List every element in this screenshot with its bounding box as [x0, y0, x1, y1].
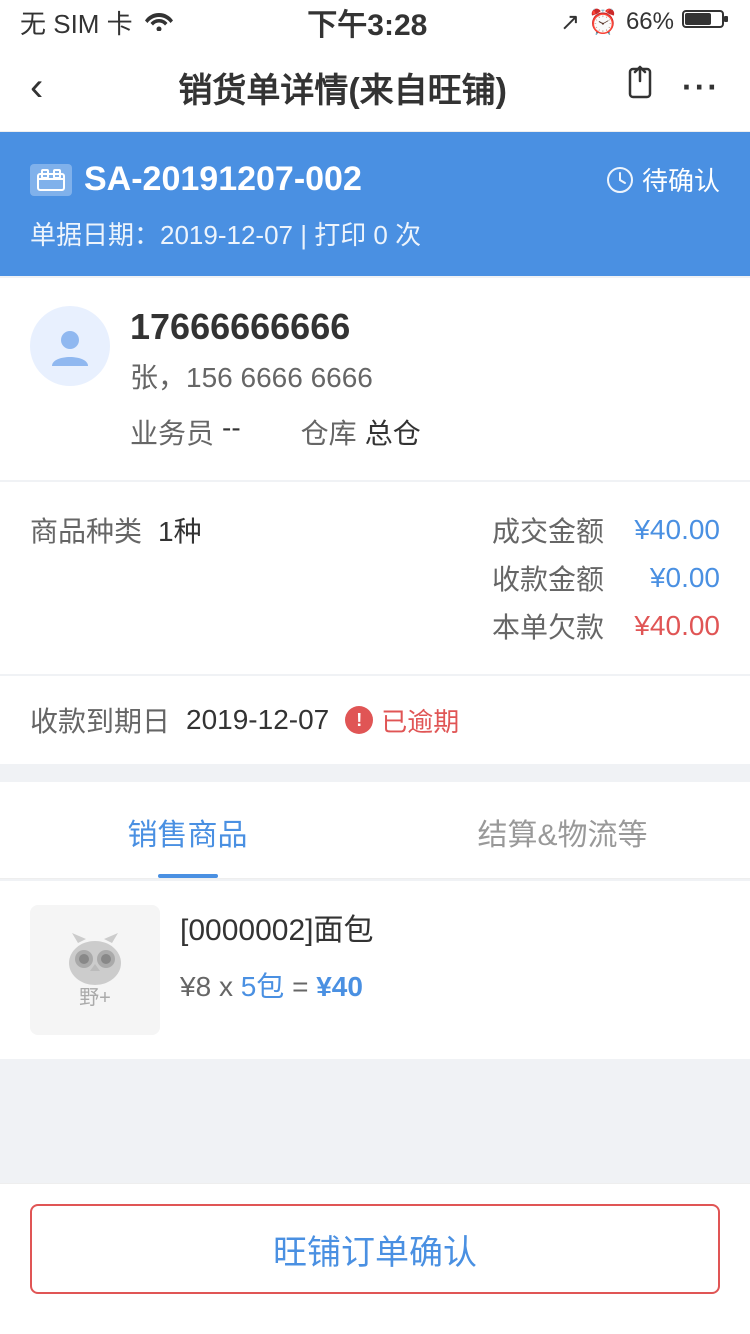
sales-rep-value: --	[222, 412, 241, 452]
product-price-row: ¥8 x 5包 = ¥40	[180, 965, 720, 1005]
nav-actions: ···	[622, 65, 720, 110]
status-bar-left: 无 SIM 卡	[20, 4, 175, 41]
customer-avatar	[30, 306, 110, 386]
alarm-icon: ⏰	[588, 8, 618, 37]
tabs-section: 销售商品 结算&物流等	[0, 782, 750, 879]
section-divider	[0, 766, 750, 782]
owed-amount-row: 本单欠款 ¥40.00	[492, 606, 720, 646]
wifi-icon	[143, 7, 175, 38]
bottom-section: 旺铺订单确认	[0, 1183, 750, 1334]
order-date: 单据日期：2019-12-07 | 打印 0 次	[30, 215, 720, 252]
share-button[interactable]	[622, 65, 658, 110]
paid-amount-label: 收款金额	[492, 558, 604, 598]
product-detail: [0000002]面包 ¥8 x 5包 = ¥40	[180, 905, 720, 1005]
owed-amount-value: ¥40.00	[620, 610, 720, 642]
battery-text: 66%	[626, 8, 674, 36]
carrier-text: 无 SIM 卡	[20, 4, 133, 41]
status-bar-time: 下午3:28	[307, 0, 427, 44]
warehouse-label: 仓库	[301, 412, 357, 452]
warehouse: 仓库 总仓	[301, 412, 421, 452]
deal-amount-label: 成交金额	[492, 510, 604, 550]
more-button[interactable]: ···	[682, 69, 720, 106]
owed-amount-label: 本单欠款	[492, 606, 604, 646]
order-icon	[30, 164, 72, 196]
product-total: ¥40	[316, 971, 363, 1002]
order-header: SA-20191207-002 待确认 单据日期：2019-12-07 | 打印…	[0, 132, 750, 276]
status-bar-right: ↗ ⏰ 66%	[560, 7, 730, 38]
order-id: SA-20191207-002	[30, 160, 362, 199]
customer-info: 17666666666 张，156 6666 6666 业务员 -- 仓库 总仓	[130, 306, 720, 452]
overdue-dot-icon: !	[345, 706, 373, 734]
due-date-section: 收款到期日 2019-12-07 ! 已逾期	[0, 676, 750, 764]
product-price: ¥8	[180, 971, 211, 1002]
category-count: 1种	[158, 510, 202, 550]
overdue-badge: ! 已逾期	[345, 702, 459, 739]
warehouse-value: 总仓	[365, 412, 421, 452]
paid-amount-row: 收款金额 ¥0.00	[492, 558, 720, 598]
product-thumbnail: 野+	[30, 905, 160, 1035]
product-name: [0000002]面包	[180, 905, 720, 949]
due-date-label: 收款到期日	[30, 700, 170, 740]
location-icon: ↗	[560, 8, 580, 37]
customer-phone: 17666666666	[130, 306, 720, 348]
deal-amount-value: ¥40.00	[620, 514, 720, 546]
confirm-order-button[interactable]: 旺铺订单确认	[30, 1204, 720, 1294]
order-status: 待确认	[606, 161, 720, 198]
battery-icon	[682, 7, 730, 38]
sales-rep: 业务员 --	[130, 412, 241, 452]
tab-products[interactable]: 销售商品	[0, 782, 375, 878]
page-title: 销货单详情(来自旺铺)	[63, 63, 622, 112]
back-button[interactable]: ‹	[30, 65, 43, 110]
deal-amount-row: 成交金额 ¥40.00	[492, 510, 720, 550]
customer-name: 张，156 6666 6666	[130, 356, 720, 396]
category-label: 商品种类	[30, 510, 142, 550]
customer-meta: 业务员 -- 仓库 总仓	[130, 412, 720, 452]
product-qty: 5包	[241, 971, 285, 1002]
customer-card: 17666666666 张，156 6666 6666 业务员 -- 仓库 总仓	[0, 278, 750, 480]
product-item: 野+ [0000002]面包 ¥8 x 5包 = ¥40	[0, 881, 750, 1059]
overdue-text: 已逾期	[381, 702, 459, 739]
paid-amount-value: ¥0.00	[620, 562, 720, 594]
summary-section: 商品种类 1种 成交金额 ¥40.00 收款金额 ¥0.00 本单欠款 ¥40.…	[0, 482, 750, 674]
nav-bar: ‹ 销货单详情(来自旺铺) ···	[0, 44, 750, 132]
status-bar: 无 SIM 卡 下午3:28 ↗ ⏰ 66%	[0, 0, 750, 44]
amount-summary: 成交金额 ¥40.00 收款金额 ¥0.00 本单欠款 ¥40.00	[492, 510, 720, 646]
tab-settlement[interactable]: 结算&物流等	[375, 782, 750, 878]
category-info: 商品种类 1种	[30, 510, 202, 550]
tabs-header: 销售商品 结算&物流等	[0, 782, 750, 879]
product-list: 野+ [0000002]面包 ¥8 x 5包 = ¥40	[0, 881, 750, 1059]
sales-rep-label: 业务员	[130, 412, 214, 452]
due-date-value: 2019-12-07	[186, 704, 329, 736]
